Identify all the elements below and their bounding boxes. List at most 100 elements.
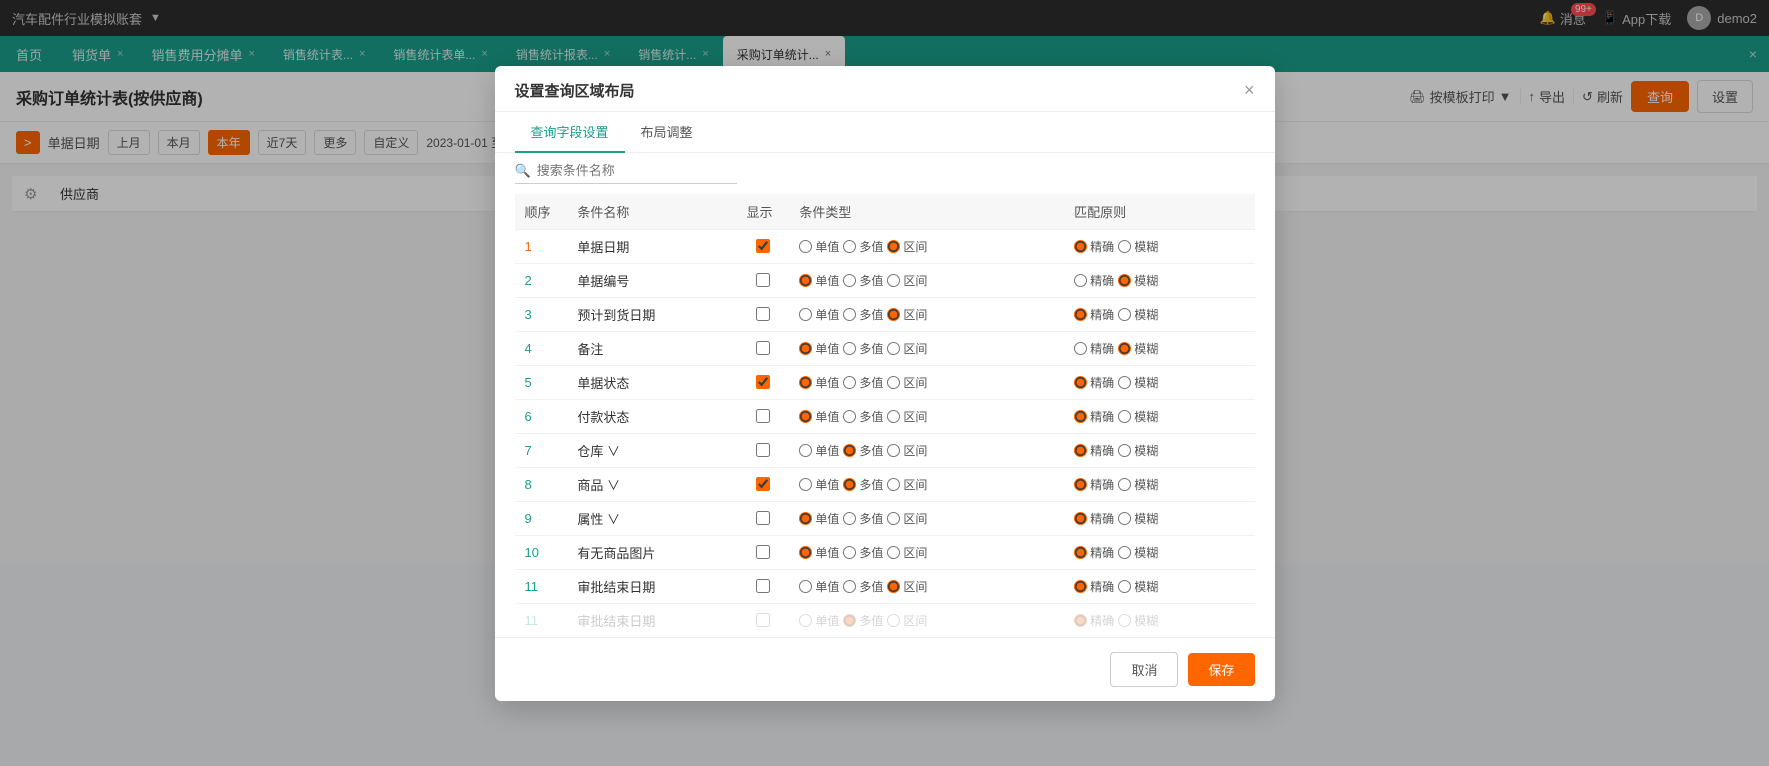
match-radio-精确-7[interactable] [1074,478,1087,491]
match-radio-模糊-1[interactable] [1118,274,1131,287]
match-radio-精确-9[interactable] [1074,546,1087,559]
match-radio-精确-6[interactable] [1074,444,1087,457]
match-radio-模糊-10[interactable] [1118,580,1131,593]
type-radio-多值-9[interactable] [843,546,856,559]
match-radio-精确-0[interactable] [1074,240,1087,253]
type-radio-区间-5[interactable] [887,410,900,423]
type-radio-多值-5[interactable] [843,410,856,423]
type-radio-多值-2[interactable] [843,308,856,321]
col-type: 条件类型 [789,194,1064,230]
row-match-10: 精确模糊 [1064,569,1254,603]
match-radio-模糊-5[interactable] [1118,410,1131,423]
type-radio-partial-multi[interactable] [843,614,856,627]
type-radio-单值-1[interactable] [799,274,812,287]
display-checkbox-7[interactable] [756,477,770,491]
type-radio-区间-4[interactable] [887,376,900,389]
row-display-0 [736,229,789,263]
cancel-button[interactable]: 取消 [1110,652,1178,687]
type-radio-多值-8[interactable] [843,512,856,525]
type-radio-单值-8[interactable] [799,512,812,525]
table-row: 3预计到货日期单值多值区间精确模糊 [515,297,1255,331]
display-checkbox-4[interactable] [756,375,770,389]
match-radio-模糊-9[interactable] [1118,546,1131,559]
save-button[interactable]: 保存 [1188,653,1254,686]
type-radio-单值-9[interactable] [799,546,812,559]
match-radio-精确-4[interactable] [1074,376,1087,389]
display-checkbox-8[interactable] [756,511,770,525]
display-checkbox-5[interactable] [756,409,770,423]
match-radio-精确-2[interactable] [1074,308,1087,321]
type-radio-区间-2[interactable] [887,308,900,321]
row-condition-name-3: 备注 [567,331,736,365]
type-radio-区间-1[interactable] [887,274,900,287]
table-row: 2单据编号单值多值区间精确模糊 [515,263,1255,297]
display-checkbox-0[interactable] [756,239,770,253]
type-radio-单值-3[interactable] [799,342,812,355]
type-radio-单值-4[interactable] [799,376,812,389]
type-radio-区间-10[interactable] [887,580,900,593]
type-radio-单值-2[interactable] [799,308,812,321]
type-radio-区间-9[interactable] [887,546,900,559]
type-radio-单值-6[interactable] [799,444,812,457]
match-radio-精确-1[interactable] [1074,274,1087,287]
type-radio-单值-5[interactable] [799,410,812,423]
match-radio-模糊-7[interactable] [1118,478,1131,491]
dialog-close-button[interactable]: × [1244,81,1255,99]
type-radio-区间-8[interactable] [887,512,900,525]
display-cb-partial[interactable] [756,613,770,627]
conditions-table: 顺序 条件名称 显示 条件类型 匹配原则 1单据日期单值多值区间精确模糊2单据编… [515,194,1255,637]
table-row: 7仓库 ∨单值多值区间精确模糊 [515,433,1255,467]
type-radio-区间-7[interactable] [887,478,900,491]
tab-layout[interactable]: 布局调整 [625,112,709,153]
match-radio-精确-8[interactable] [1074,512,1087,525]
type-radio-多值-7[interactable] [843,478,856,491]
display-checkbox-6[interactable] [756,443,770,457]
match-radio-模糊-8[interactable] [1118,512,1131,525]
display-checkbox-2[interactable] [756,307,770,321]
match-radio-partial-exact[interactable] [1074,614,1087,627]
type-radio-单值-0[interactable] [799,240,812,253]
table-row: 10有无商品图片单值多值区间精确模糊 [515,535,1255,569]
type-radio-多值-0[interactable] [843,240,856,253]
type-radio-多值-6[interactable] [843,444,856,457]
row-condition-name-10: 审批结束日期 [567,569,736,603]
display-checkbox-1[interactable] [756,273,770,287]
modal-overlay: 设置查询区域布局 × 查询字段设置 布局调整 🔍 顺序 [0,0,1769,766]
row-order-1: 2 [525,273,532,288]
row-condition-name-0: 单据日期 [567,229,736,263]
type-radio-多值-10[interactable] [843,580,856,593]
row-condition-name-7: 商品 ∨ [567,467,736,501]
match-radio-模糊-4[interactable] [1118,376,1131,389]
type-radio-多值-3[interactable] [843,342,856,355]
match-radio-精确-10[interactable] [1074,580,1087,593]
condition-search-input[interactable] [537,163,737,178]
row-type-2: 单值多值区间 [789,297,1064,331]
type-radio-区间-6[interactable] [887,444,900,457]
type-radio-多值-1[interactable] [843,274,856,287]
table-row: 6付款状态单值多值区间精确模糊 [515,399,1255,433]
type-radio-partial-range[interactable] [887,614,900,627]
type-radio-单值-10[interactable] [799,580,812,593]
type-radio-单值-7[interactable] [799,478,812,491]
type-radio-区间-3[interactable] [887,342,900,355]
match-radio-partial-fuzzy[interactable] [1118,614,1131,627]
dialog-header: 设置查询区域布局 × [495,66,1275,112]
display-checkbox-10[interactable] [756,579,770,593]
row-type-1: 单值多值区间 [789,263,1064,297]
match-radio-模糊-3[interactable] [1118,342,1131,355]
match-radio-模糊-0[interactable] [1118,240,1131,253]
row-display-6 [736,433,789,467]
match-radio-模糊-6[interactable] [1118,444,1131,457]
tab-query-fields[interactable]: 查询字段设置 [515,112,625,153]
display-checkbox-3[interactable] [756,341,770,355]
row-order-4: 5 [525,375,532,390]
type-radio-多值-4[interactable] [843,376,856,389]
row-type-3: 单值多值区间 [789,331,1064,365]
row-type-4: 单值多值区间 [789,365,1064,399]
type-radio-区间-0[interactable] [887,240,900,253]
match-radio-精确-5[interactable] [1074,410,1087,423]
type-radio-partial-single[interactable] [799,614,812,627]
display-checkbox-9[interactable] [756,545,770,559]
match-radio-精确-3[interactable] [1074,342,1087,355]
match-radio-模糊-2[interactable] [1118,308,1131,321]
